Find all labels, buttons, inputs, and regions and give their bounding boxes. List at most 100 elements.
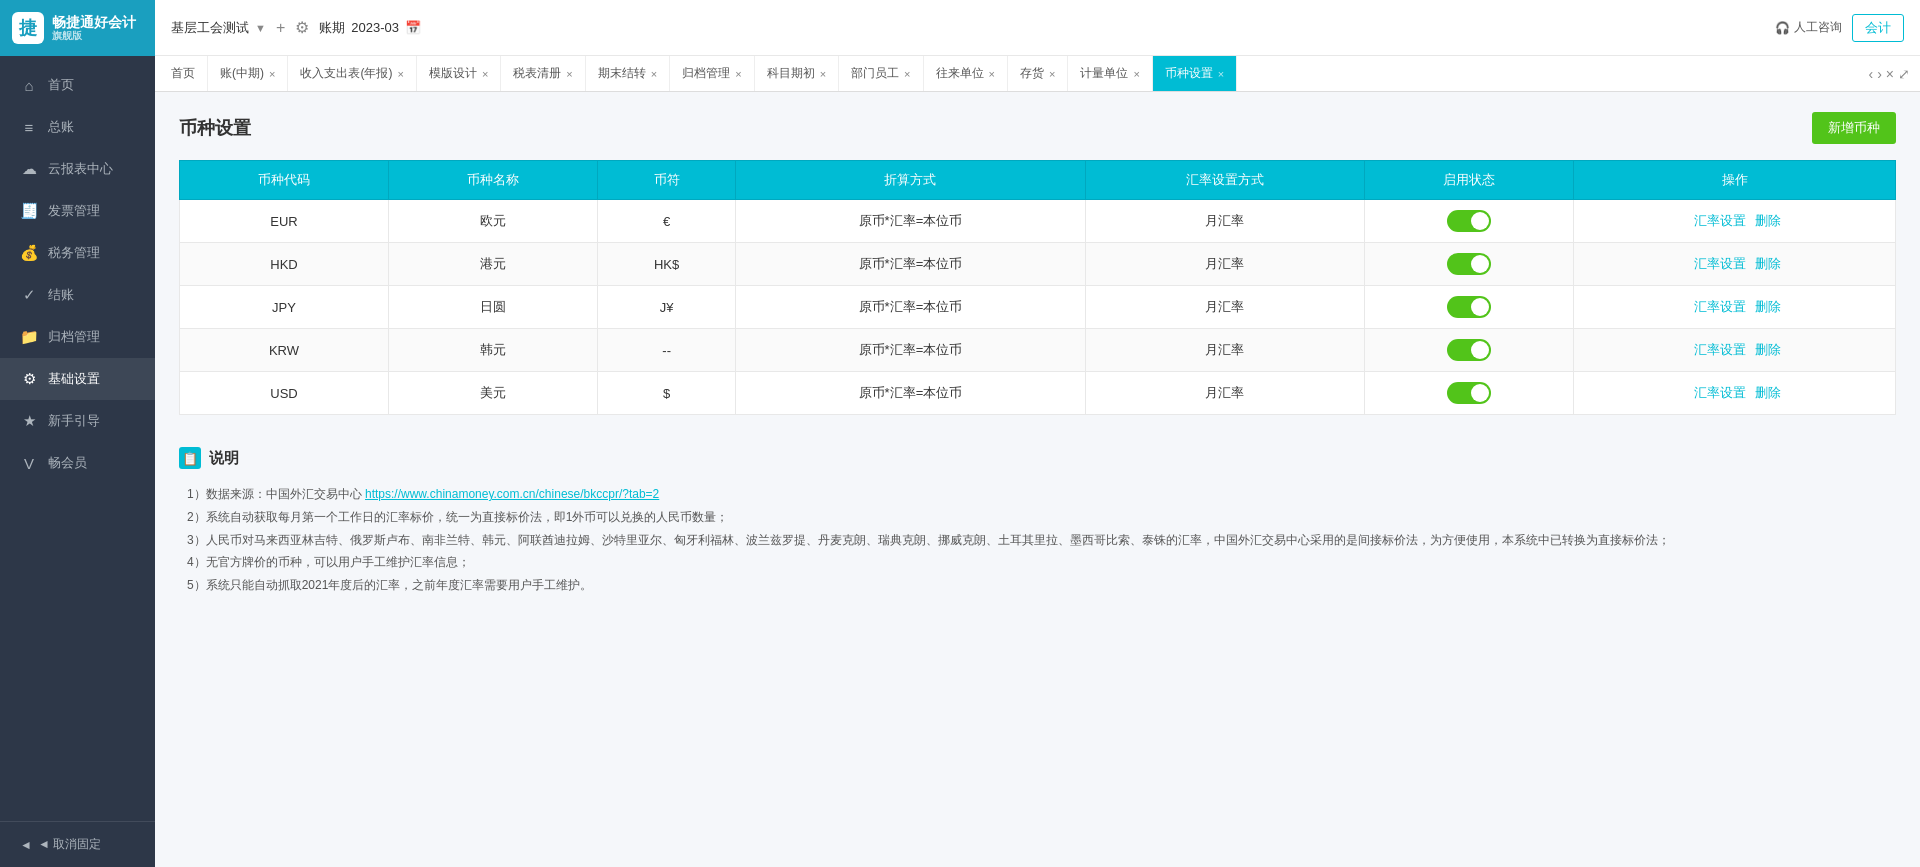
collapse-icon: ◄ xyxy=(20,838,32,852)
notice-item: 1）数据来源：中国外汇交易中心 https://www.chinamoney.c… xyxy=(187,483,1896,506)
tab-close-subject[interactable]: × xyxy=(820,68,826,80)
notice-section: 📋 说明 1）数据来源：中国外汇交易中心 https://www.chinamo… xyxy=(179,447,1896,597)
enable-toggle[interactable] xyxy=(1447,339,1491,361)
tab-home[interactable]: 首页 xyxy=(159,56,208,92)
enable-toggle[interactable] xyxy=(1447,382,1491,404)
settings-icon: ⚙ xyxy=(20,370,38,388)
notice-item: 4）无官方牌价的币种，可以用户手工维护汇率信息； xyxy=(187,551,1896,574)
tab-period-close[interactable]: 期末结转 × xyxy=(586,56,670,92)
sidebar-label-member: 畅会员 xyxy=(48,454,87,472)
delete-link[interactable]: 删除 xyxy=(1755,299,1781,314)
tab-contacts[interactable]: 往来单位 × xyxy=(924,56,1008,92)
currency-table: 币种代码 币种名称 币符 折算方式 汇率设置方式 启用状态 操作 EUR 欧元 … xyxy=(179,160,1896,415)
delete-link[interactable]: 删除 xyxy=(1755,256,1781,271)
sidebar-item-settings[interactable]: ⚙ 基础设置 xyxy=(0,358,155,400)
tab-label-subject: 科目期初 xyxy=(767,65,815,82)
notice-link[interactable]: https://www.chinamoney.com.cn/chinese/bk… xyxy=(365,487,659,501)
tab-template[interactable]: 模版设计 × xyxy=(417,56,501,92)
tab-dept-staff[interactable]: 部门员工 × xyxy=(839,56,923,92)
rate-settings-link[interactable]: 汇率设置 xyxy=(1694,213,1746,228)
new-currency-btn[interactable]: 新增币种 xyxy=(1812,112,1896,144)
home-icon: ⌂ xyxy=(20,77,38,94)
tab-close-income[interactable]: × xyxy=(397,68,403,80)
tab-close-ledger[interactable]: × xyxy=(269,68,275,80)
tab-close-tax[interactable]: × xyxy=(566,68,572,80)
period-display: 账期 2023-03 📅 xyxy=(319,19,421,37)
enable-toggle[interactable] xyxy=(1447,296,1491,318)
enable-toggle[interactable] xyxy=(1447,253,1491,275)
sidebar-item-invoice[interactable]: 🧾 发票管理 xyxy=(0,190,155,232)
page-title: 币种设置 xyxy=(179,116,251,140)
cell-name: 日圆 xyxy=(388,286,597,329)
tab-expand-icon[interactable]: ⤢ xyxy=(1898,66,1910,82)
tab-ledger-mid[interactable]: 账(中期) × xyxy=(208,56,288,92)
table-row: HKD 港元 HK$ 原币*汇率=本位币 月汇率 汇率设置 删除 xyxy=(180,243,1896,286)
period-value: 2023-03 xyxy=(351,20,399,35)
tab-subject-init[interactable]: 科目期初 × xyxy=(755,56,839,92)
tab-income-report[interactable]: 收入支出表(年报) × xyxy=(288,56,416,92)
table-row: USD 美元 $ 原币*汇率=本位币 月汇率 汇率设置 删除 xyxy=(180,372,1896,415)
help-btn[interactable]: 🎧 人工咨询 xyxy=(1775,19,1842,36)
rate-settings-link[interactable]: 汇率设置 xyxy=(1694,385,1746,400)
checkout-icon: ✓ xyxy=(20,286,38,304)
col-action: 操作 xyxy=(1574,161,1896,200)
rate-settings-link[interactable]: 汇率设置 xyxy=(1694,342,1746,357)
cell-rate-type: 月汇率 xyxy=(1085,372,1365,415)
delete-link[interactable]: 删除 xyxy=(1755,342,1781,357)
cell-code: USD xyxy=(180,372,389,415)
tab-unit[interactable]: 计量单位 × xyxy=(1068,56,1152,92)
sidebar-item-guide[interactable]: ★ 新手引导 xyxy=(0,400,155,442)
cell-actions: 汇率设置 删除 xyxy=(1574,243,1896,286)
project-selector[interactable]: 基层工会测试 ▼ xyxy=(171,19,266,37)
tabs-nav: ‹ › × ⤢ xyxy=(1862,66,1916,82)
sidebar-item-checkout[interactable]: ✓ 结账 xyxy=(0,274,155,316)
cell-calc: 原币*汇率=本位币 xyxy=(736,329,1085,372)
sidebar-item-ledger[interactable]: ≡ 总账 xyxy=(0,106,155,148)
col-rate-type: 汇率设置方式 xyxy=(1085,161,1365,200)
cell-calc: 原币*汇率=本位币 xyxy=(736,372,1085,415)
delete-link[interactable]: 删除 xyxy=(1755,213,1781,228)
tab-close-all-icon[interactable]: × xyxy=(1886,66,1894,82)
tab-close-currency[interactable]: × xyxy=(1218,68,1224,80)
tab-prev-icon[interactable]: ‹ xyxy=(1868,66,1873,82)
rate-settings-link[interactable]: 汇率设置 xyxy=(1694,299,1746,314)
rate-settings-link[interactable]: 汇率设置 xyxy=(1694,256,1746,271)
tab-inventory[interactable]: 存货 × xyxy=(1008,56,1068,92)
tab-close-template[interactable]: × xyxy=(482,68,488,80)
cell-code: EUR xyxy=(180,200,389,243)
topbar-add-icon[interactable]: + xyxy=(276,19,285,37)
topbar-right: 🎧 人工咨询 会计 xyxy=(1775,14,1904,42)
app-edition: 旗舰版 xyxy=(52,30,136,42)
account-type-btn[interactable]: 会计 xyxy=(1852,14,1904,42)
tab-close-archive[interactable]: × xyxy=(735,68,741,80)
cell-calc: 原币*汇率=本位币 xyxy=(736,200,1085,243)
invoice-icon: 🧾 xyxy=(20,202,38,220)
sidebar-label-checkout: 结账 xyxy=(48,286,74,304)
enable-toggle[interactable] xyxy=(1447,210,1491,232)
cell-name: 港元 xyxy=(388,243,597,286)
tab-close-inventory[interactable]: × xyxy=(1049,68,1055,80)
tab-close-period[interactable]: × xyxy=(651,68,657,80)
tab-close-contacts[interactable]: × xyxy=(989,68,995,80)
delete-link[interactable]: 删除 xyxy=(1755,385,1781,400)
col-name: 币种名称 xyxy=(388,161,597,200)
topbar-settings-icon[interactable]: ⚙ xyxy=(295,18,309,37)
sidebar-item-member[interactable]: V 畅会员 xyxy=(0,442,155,484)
sidebar-item-home[interactable]: ⌂ 首页 xyxy=(0,64,155,106)
sidebar-item-archive[interactable]: 📁 归档管理 xyxy=(0,316,155,358)
tab-label-period: 期末结转 xyxy=(598,65,646,82)
collapse-label: ◄ 取消固定 xyxy=(38,836,101,853)
tab-close-unit[interactable]: × xyxy=(1133,68,1139,80)
tab-archive-mgmt[interactable]: 归档管理 × xyxy=(670,56,754,92)
tab-close-dept[interactable]: × xyxy=(904,68,910,80)
tab-tax-form[interactable]: 税表清册 × xyxy=(501,56,585,92)
calendar-icon[interactable]: 📅 xyxy=(405,20,421,35)
sidebar-item-tax[interactable]: 💰 税务管理 xyxy=(0,232,155,274)
tab-next-icon[interactable]: › xyxy=(1877,66,1882,82)
sidebar-item-reports[interactable]: ☁ 云报表中心 xyxy=(0,148,155,190)
sidebar-label-home: 首页 xyxy=(48,76,74,94)
cell-code: KRW xyxy=(180,329,389,372)
cell-calc: 原币*汇率=本位币 xyxy=(736,243,1085,286)
sidebar-collapse-btn[interactable]: ◄ ◄ 取消固定 xyxy=(0,821,155,867)
tab-currency[interactable]: 币种设置 × xyxy=(1153,56,1237,92)
